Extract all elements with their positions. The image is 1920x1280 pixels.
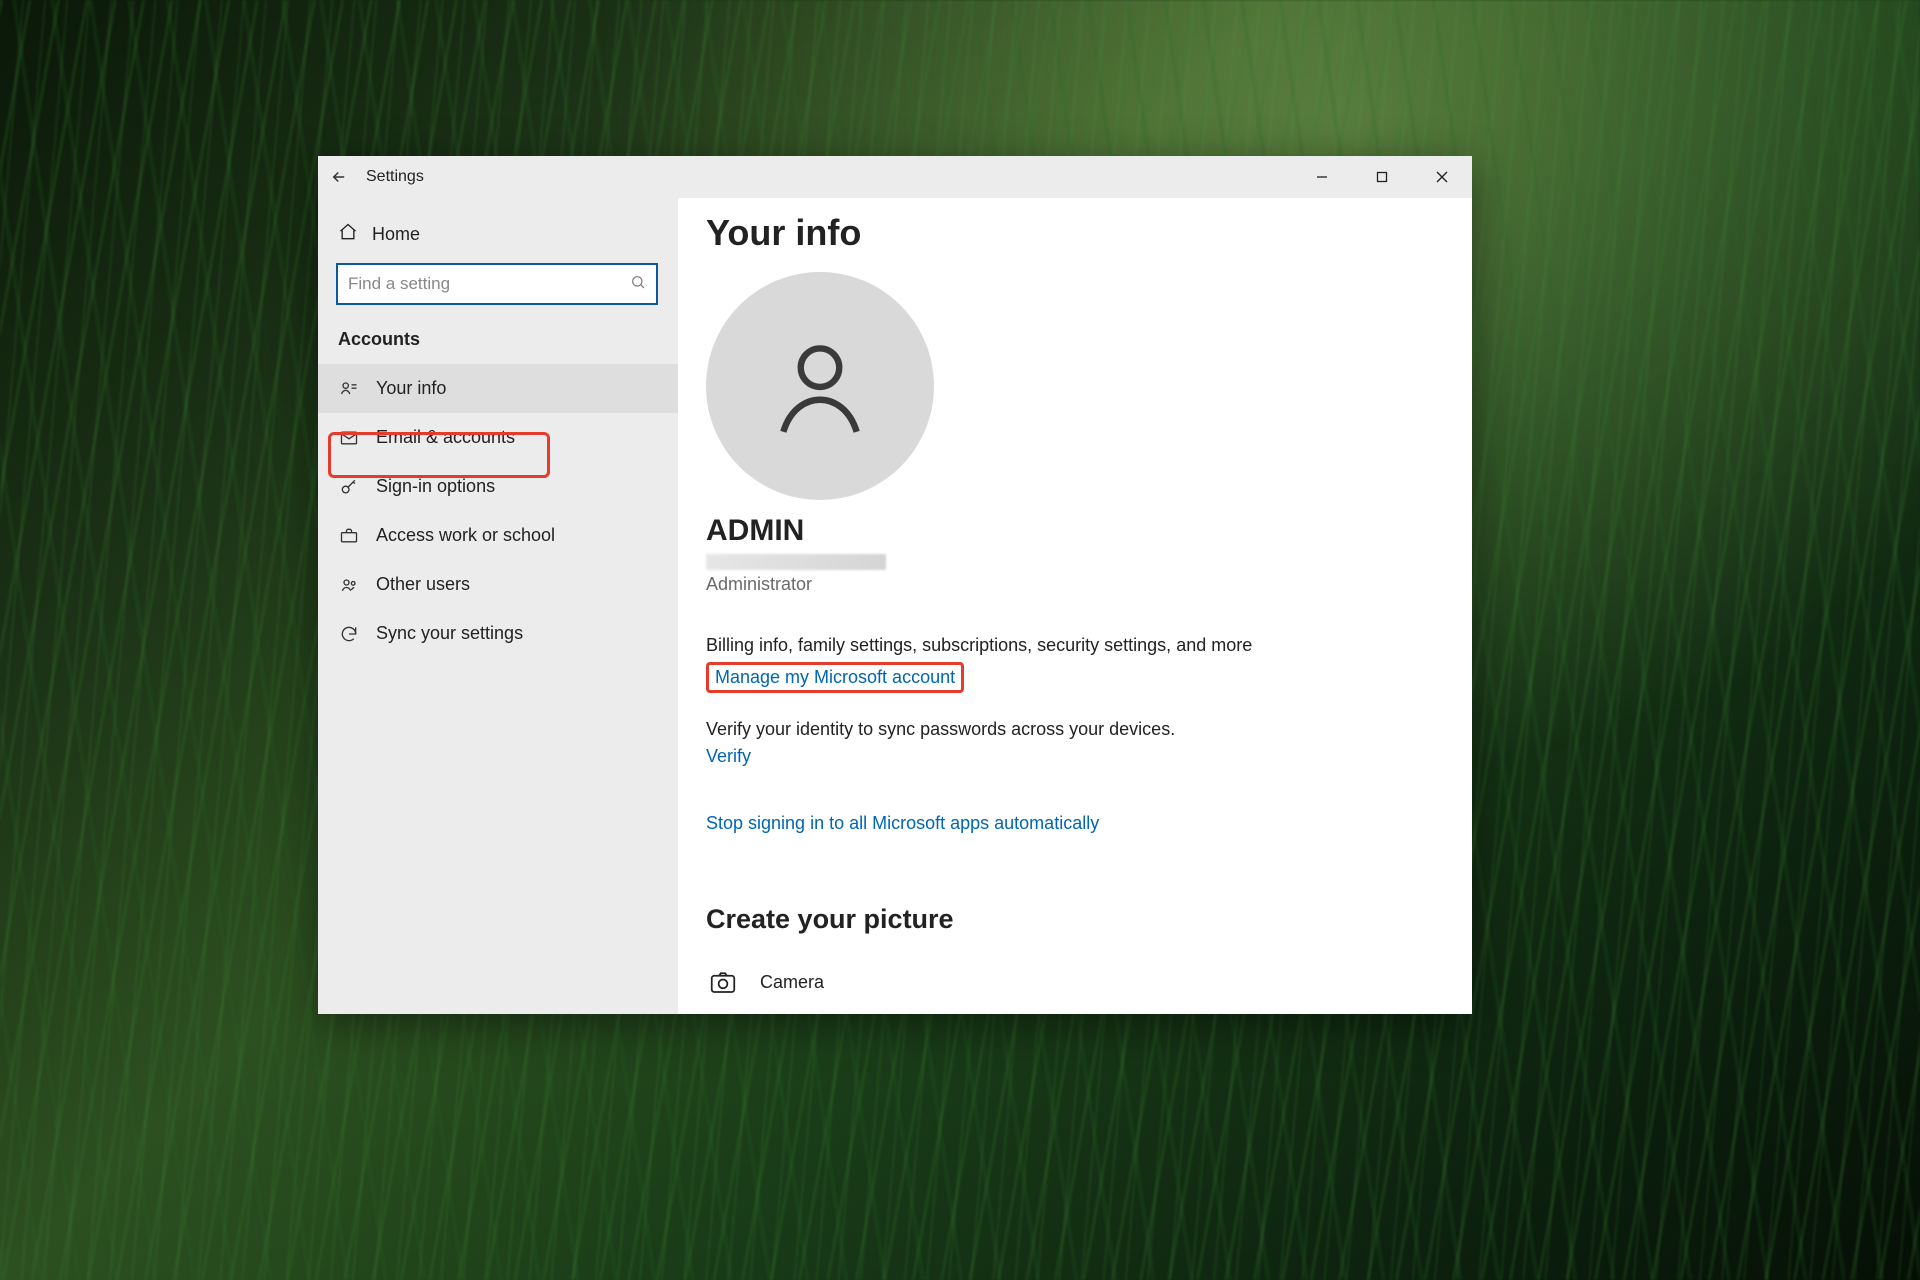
- sidebar-item-signin-options[interactable]: Sign-in options: [318, 462, 678, 511]
- home-icon: [338, 222, 358, 247]
- sidebar-item-label: Other users: [376, 574, 470, 595]
- titlebar: Settings: [318, 156, 1472, 198]
- back-button[interactable]: [318, 156, 360, 198]
- sidebar: Home Accounts Your info: [318, 198, 678, 1014]
- sidebar-item-label: Access work or school: [376, 525, 555, 546]
- annotation-highlight-manage-link: Manage my Microsoft account: [706, 662, 964, 693]
- settings-window: Settings Home: [318, 156, 1472, 1014]
- account-email-redacted: [706, 554, 886, 570]
- sidebar-item-your-info[interactable]: Your info: [318, 364, 678, 413]
- verify-link[interactable]: Verify: [706, 746, 751, 767]
- search-icon: [630, 274, 646, 295]
- account-username: ADMIN: [706, 514, 1472, 548]
- sidebar-item-label: Sign-in options: [376, 476, 495, 497]
- search-box[interactable]: [336, 263, 658, 305]
- minimize-button[interactable]: [1292, 156, 1352, 198]
- mail-icon: [338, 428, 360, 448]
- sidebar-item-sync-settings[interactable]: Sync your settings: [318, 609, 678, 658]
- close-button[interactable]: [1412, 156, 1472, 198]
- people-icon: [338, 575, 360, 595]
- camera-icon: [706, 967, 740, 997]
- briefcase-icon: [338, 526, 360, 546]
- sidebar-home-label: Home: [372, 224, 420, 245]
- sidebar-item-email-accounts[interactable]: Email & accounts: [318, 413, 678, 462]
- search-input[interactable]: [348, 274, 630, 294]
- page-title: Your info: [706, 212, 1472, 254]
- user-avatar: [706, 272, 934, 500]
- sidebar-item-label: Sync your settings: [376, 623, 523, 644]
- camera-option[interactable]: Camera: [706, 957, 1472, 1007]
- camera-option-label: Camera: [760, 972, 824, 993]
- sidebar-category: Accounts: [318, 319, 678, 364]
- sidebar-item-access-work-school[interactable]: Access work or school: [318, 511, 678, 560]
- sidebar-home[interactable]: Home: [318, 212, 678, 257]
- sidebar-item-label: Email & accounts: [376, 427, 515, 448]
- person-card-icon: [338, 379, 360, 399]
- sidebar-item-other-users[interactable]: Other users: [318, 560, 678, 609]
- window-controls: [1292, 156, 1472, 198]
- create-picture-heading: Create your picture: [706, 904, 1472, 935]
- key-icon: [338, 477, 360, 497]
- sync-icon: [338, 624, 360, 644]
- content-pane: Your info ADMIN Administrator Billing in…: [678, 198, 1472, 1014]
- maximize-button[interactable]: [1352, 156, 1412, 198]
- stop-signing-link[interactable]: Stop signing in to all Microsoft apps au…: [706, 813, 1099, 834]
- sidebar-item-label: Your info: [376, 378, 446, 399]
- person-icon: [765, 331, 875, 441]
- browse-option[interactable]: Browse for one: [706, 1007, 1472, 1014]
- sidebar-nav: Your info Email & accounts Sign-in optio…: [318, 364, 678, 658]
- account-role: Administrator: [706, 574, 1472, 595]
- verify-description: Verify your identity to sync passwords a…: [706, 719, 1472, 740]
- manage-account-link[interactable]: Manage my Microsoft account: [715, 667, 955, 688]
- window-title: Settings: [366, 168, 424, 186]
- billing-description: Billing info, family settings, subscript…: [706, 635, 1472, 656]
